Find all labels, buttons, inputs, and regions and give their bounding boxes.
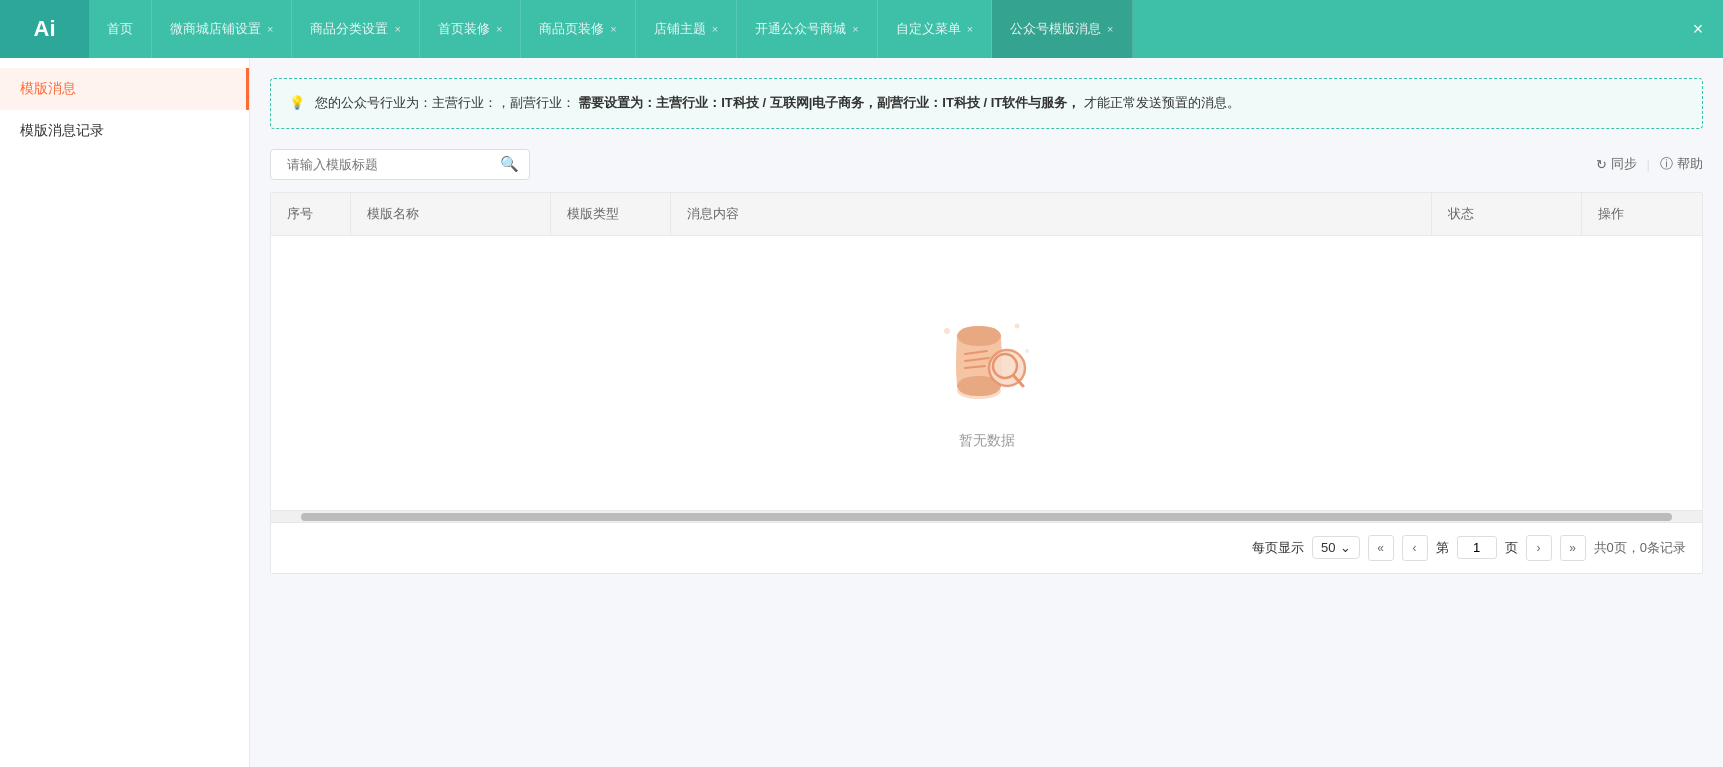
close-all-tabs-button[interactable]: × (1673, 19, 1723, 40)
app-logo: Ai (0, 0, 89, 58)
col-header-status: 状态 (1432, 193, 1582, 235)
notice-highlight: 需要设置为：主营行业：IT科技 / 互联网|电子商务，副营行业：IT科技 / I… (578, 95, 1080, 110)
notice-suffix: 才能正常发送预置的消息。 (1084, 95, 1240, 110)
page-size-value: 50 (1321, 540, 1335, 555)
page-suffix: 页 (1505, 539, 1518, 557)
nav-tab-category-settings[interactable]: 商品分类设置 × (292, 0, 419, 58)
page-number-input[interactable] (1457, 536, 1497, 559)
page-size-select[interactable]: 50 ⌄ (1312, 536, 1359, 559)
close-template-msg-icon[interactable]: × (1107, 23, 1113, 35)
page-size-label: 每页显示 (1252, 539, 1304, 557)
nav-tab-product-decor[interactable]: 商品页装修 × (521, 0, 635, 58)
sidebar-item-template-msg[interactable]: 模版消息 (0, 68, 249, 110)
nav-tab-shop-settings[interactable]: 微商城店铺设置 × (152, 0, 292, 58)
sidebar-item-template-msg-log[interactable]: 模版消息记录 (0, 110, 249, 152)
close-product-decor-icon[interactable]: × (610, 23, 616, 35)
toolbar: 🔍 ↻ 同步 | ⓘ 帮助 (270, 149, 1703, 180)
first-page-button[interactable]: « (1368, 535, 1394, 561)
nav-tab-home-decor[interactable]: 首页装修 × (420, 0, 521, 58)
col-header-name: 模版名称 (351, 193, 551, 235)
sidebar: 模版消息 模版消息记录 (0, 58, 250, 767)
nav-tab-open-mall[interactable]: 开通公众号商城 × (737, 0, 877, 58)
svg-point-7 (944, 328, 950, 334)
search-area[interactable]: 🔍 (270, 149, 530, 180)
pagination: 每页显示 50 ⌄ « ‹ 第 页 › » (271, 522, 1702, 573)
search-icon[interactable]: 🔍 (500, 155, 519, 173)
notice-prefix: 您的公众号行业为：主营行业：，副营行业： (315, 95, 575, 110)
prev-page-button[interactable]: ‹ (1402, 535, 1428, 561)
svg-point-8 (1014, 323, 1019, 328)
col-header-seq: 序号 (271, 193, 351, 235)
notice-box: 💡 您的公众号行业为：主营行业：，副营行业： 需要设置为：主营行业：IT科技 /… (270, 78, 1703, 129)
main-layout: 模版消息 模版消息记录 💡 您的公众号行业为：主营行业：，副营行业： 需要设置为… (0, 58, 1723, 767)
nav-tab-custom-menu[interactable]: 自定义菜单 × (878, 0, 992, 58)
help-icon: ⓘ (1660, 155, 1673, 173)
close-home-decor-icon[interactable]: × (496, 23, 502, 35)
empty-text: 暂无数据 (959, 432, 1015, 450)
toolbar-right: ↻ 同步 | ⓘ 帮助 (1596, 155, 1703, 173)
sync-icon: ↻ (1596, 157, 1607, 172)
next-page-button[interactable]: › (1526, 535, 1552, 561)
data-table: 序号 模版名称 模版类型 消息内容 状态 操作 (270, 192, 1703, 574)
svg-point-9 (1025, 349, 1029, 353)
nav-tab-home[interactable]: 首页 (89, 0, 152, 58)
close-shop-theme-icon[interactable]: × (712, 23, 718, 35)
nav-tabs: 首页 微商城店铺设置 × 商品分类设置 × 首页装修 × 商品页装修 × 店铺主… (89, 0, 1673, 58)
scrollbar-thumb[interactable] (301, 513, 1672, 521)
toolbar-divider: | (1647, 157, 1650, 172)
help-button[interactable]: ⓘ 帮助 (1660, 155, 1703, 173)
table-header: 序号 模版名称 模版类型 消息内容 状态 操作 (271, 193, 1702, 236)
col-header-action: 操作 (1582, 193, 1702, 235)
nav-tab-template-msg[interactable]: 公众号模版消息 × (992, 0, 1132, 58)
page-size-dropdown-icon: ⌄ (1340, 540, 1351, 555)
sync-button[interactable]: ↻ 同步 (1596, 155, 1637, 173)
close-open-mall-icon[interactable]: × (852, 23, 858, 35)
table-scrollbar[interactable] (271, 510, 1702, 522)
col-header-type: 模版类型 (551, 193, 671, 235)
page-prefix: 第 (1436, 539, 1449, 557)
close-custom-menu-icon[interactable]: × (967, 23, 973, 35)
search-input[interactable] (281, 150, 500, 179)
total-info: 共0页，0条记录 (1594, 539, 1686, 557)
close-category-settings-icon[interactable]: × (394, 23, 400, 35)
empty-state: 暂无数据 (271, 236, 1702, 510)
top-nav: Ai 首页 微商城店铺设置 × 商品分类设置 × 首页装修 × 商品页装修 × … (0, 0, 1723, 58)
last-page-button[interactable]: » (1560, 535, 1586, 561)
col-header-content: 消息内容 (671, 193, 1432, 235)
empty-illustration (927, 296, 1047, 416)
close-shop-settings-icon[interactable]: × (267, 23, 273, 35)
notice-icon: 💡 (289, 95, 305, 110)
content-area: 💡 您的公众号行业为：主营行业：，副营行业： 需要设置为：主营行业：IT科技 /… (250, 58, 1723, 767)
nav-tab-shop-theme[interactable]: 店铺主题 × (636, 0, 737, 58)
